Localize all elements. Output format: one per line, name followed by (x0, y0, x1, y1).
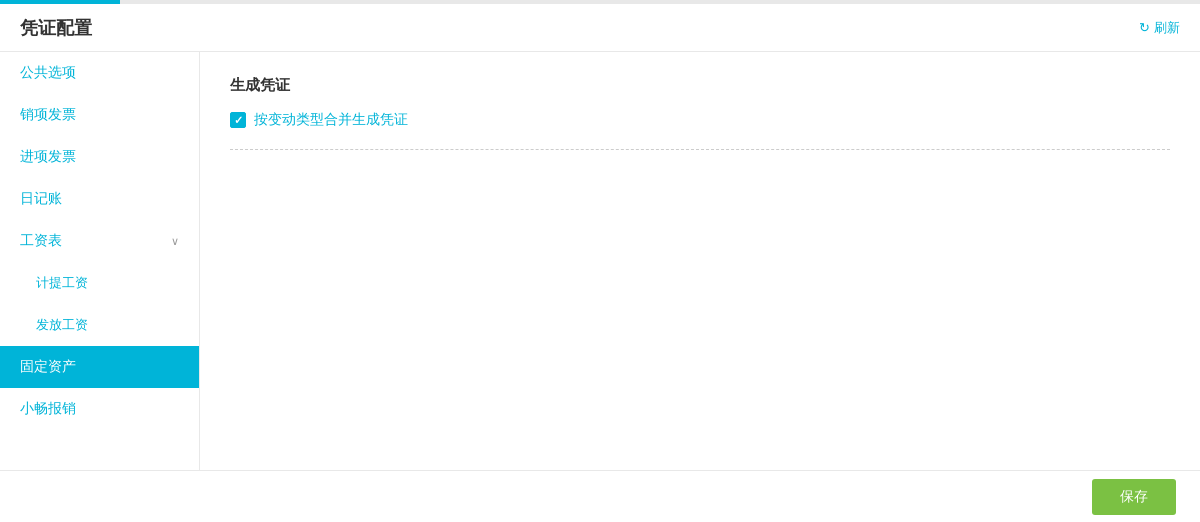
top-bar-active-indicator (0, 0, 120, 4)
main-layout: 公共选项 销项发票 进项发票 日记账 工资表 ∨ 计提工资 发放工资 固定资产 … (0, 52, 1200, 470)
sidebar-item-label: 公共选项 (20, 64, 76, 82)
sidebar-item-payroll-table[interactable]: 工资表 ∨ (0, 220, 199, 262)
sidebar-item-label: 小畅报销 (20, 400, 76, 418)
page-title: 凭证配置 (20, 16, 92, 40)
sidebar: 公共选项 销项发票 进项发票 日记账 工资表 ∨ 计提工资 发放工资 固定资产 … (0, 52, 200, 470)
page-footer: 保存 (0, 470, 1200, 522)
sidebar-item-expense-claim[interactable]: 小畅报销 (0, 388, 199, 430)
sidebar-item-label: 日记账 (20, 190, 62, 208)
sidebar-item-pay-salary[interactable]: 发放工资 (0, 304, 199, 346)
merge-by-type-checkbox[interactable] (230, 112, 246, 128)
merge-by-type-label: 按变动类型合并生成凭证 (254, 111, 408, 129)
checkbox-row: 按变动类型合并生成凭证 (230, 111, 1170, 129)
save-button[interactable]: 保存 (1092, 479, 1176, 515)
top-bar (0, 0, 1200, 4)
section-title: 生成凭证 (230, 76, 1170, 95)
sidebar-item-journal[interactable]: 日记账 (0, 178, 199, 220)
sidebar-item-sales-invoice[interactable]: 销项发票 (0, 94, 199, 136)
sidebar-item-purchase-invoice[interactable]: 进项发票 (0, 136, 199, 178)
sidebar-item-calc-salary[interactable]: 计提工资 (0, 262, 199, 304)
refresh-button[interactable]: ↻ 刷新 (1139, 19, 1180, 37)
page-header: 凭证配置 ↻ 刷新 (0, 4, 1200, 52)
sidebar-item-label: 工资表 (20, 232, 62, 250)
sidebar-item-label: 固定资产 (20, 358, 76, 376)
sidebar-item-label: 发放工资 (36, 316, 88, 334)
sidebar-item-fixed-assets[interactable]: 固定资产 (0, 346, 199, 388)
sidebar-item-public-options[interactable]: 公共选项 (0, 52, 199, 94)
refresh-label: 刷新 (1154, 19, 1180, 37)
sidebar-item-label: 销项发票 (20, 106, 76, 124)
refresh-icon: ↻ (1139, 20, 1150, 35)
sidebar-item-label: 计提工资 (36, 274, 88, 292)
content-area: 生成凭证 按变动类型合并生成凭证 (200, 52, 1200, 470)
chevron-down-icon: ∨ (171, 235, 179, 248)
section-divider (230, 149, 1170, 150)
sidebar-item-label: 进项发票 (20, 148, 76, 166)
